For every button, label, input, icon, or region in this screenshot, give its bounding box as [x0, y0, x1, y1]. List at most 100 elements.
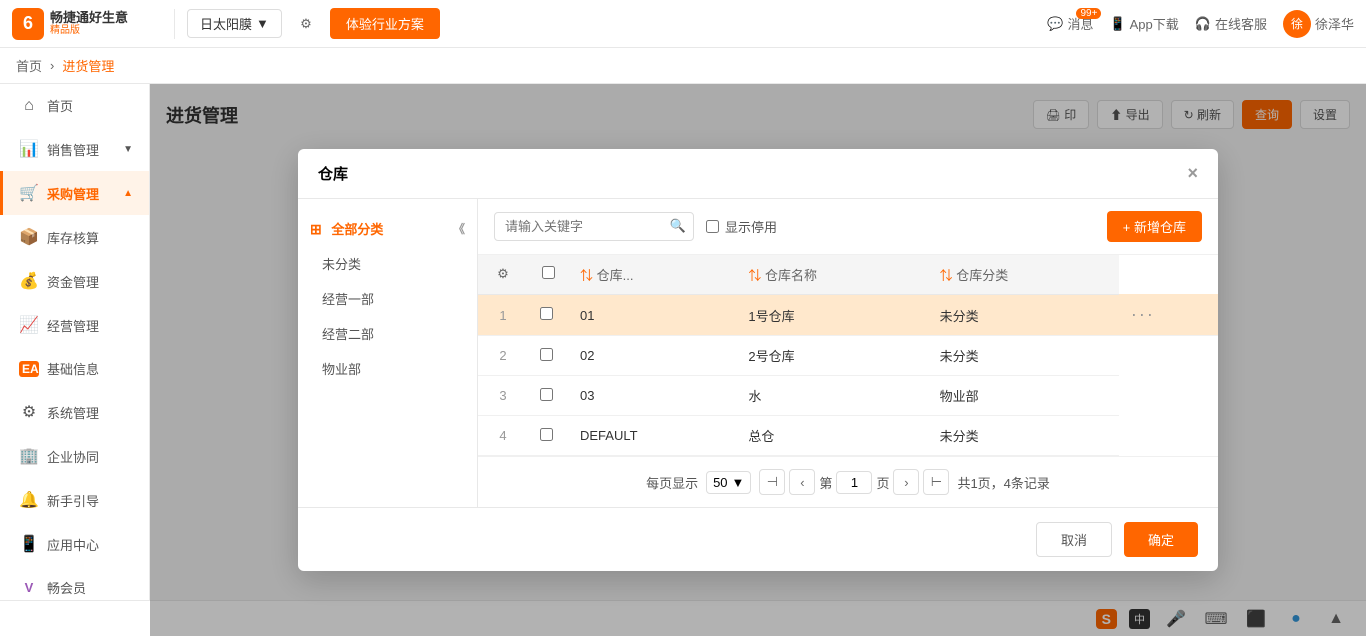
logo-text: 畅捷通好生意 精品版: [50, 10, 128, 38]
table-row[interactable]: 4 DEFAULT 总仓 未分类: [478, 416, 1218, 456]
cat-item-label: 未分类: [322, 257, 361, 272]
cat-item-dept2[interactable]: 经营二部: [298, 316, 477, 351]
app-center-icon: 📱: [19, 534, 39, 554]
per-page-select[interactable]: 50 ▼: [706, 471, 751, 494]
show-disabled-checkbox[interactable]: [706, 220, 719, 233]
sidebar-item-label: 资金管理: [47, 272, 99, 291]
cancel-button[interactable]: 取消: [1036, 522, 1112, 557]
page-number-input[interactable]: [836, 471, 872, 494]
show-disabled-toggle[interactable]: 显示停用: [706, 217, 777, 236]
sidebar-item-basic-info[interactable]: EA 基础信息: [0, 347, 149, 390]
per-page-label: 每页显示: [646, 473, 698, 492]
col-settings: ⚙: [478, 255, 528, 295]
guide-icon: 🔔: [19, 490, 39, 510]
page-suffix: 页: [876, 473, 889, 492]
warehouse-table-wrap: ⚙ ⇅ 仓库... ⇅ 仓库名称: [478, 255, 1218, 457]
table-row[interactable]: 2 02 2号仓库 未分类: [478, 336, 1218, 376]
prev-page-button[interactable]: ‹: [789, 469, 815, 495]
new-warehouse-button[interactable]: + 新增仓库: [1107, 211, 1202, 242]
sidebar-item-label: 系统管理: [47, 403, 99, 422]
inventory-icon: 📦: [19, 227, 39, 247]
sidebar-item-enterprise[interactable]: 🏢 企业协同: [0, 434, 149, 478]
table-row[interactable]: 3 03 水 物业部: [478, 376, 1218, 416]
top-nav: 6 畅捷通好生意 精品版 日太阳膜 ▼ ⚙ 体验行业方案 💬 消息 99+ 📱 …: [0, 0, 1366, 48]
cat-item-label: 经营一部: [322, 292, 374, 307]
search-icon[interactable]: 🔍: [670, 218, 686, 234]
row-checkbox[interactable]: [540, 428, 553, 441]
logo-sub: 精品版: [50, 25, 128, 37]
sidebar-item-label: 新手引导: [47, 491, 99, 510]
row-checkbox[interactable]: [540, 348, 553, 361]
sidebar-item-guide[interactable]: 🔔 新手引导: [0, 478, 149, 522]
store-selector[interactable]: 日太阳膜 ▼: [187, 9, 282, 38]
chevron-icon: ▼: [123, 144, 133, 155]
sidebar-item-label: 企业协同: [47, 447, 99, 466]
messages-button[interactable]: 💬 消息 99+: [1047, 14, 1093, 33]
trial-button[interactable]: 体验行业方案: [330, 8, 440, 39]
row-actions[interactable]: ···: [1119, 294, 1218, 336]
user-menu[interactable]: 徐 徐泽华: [1283, 10, 1354, 38]
search-input[interactable]: [494, 212, 694, 241]
modal-title: 仓库: [318, 163, 348, 184]
last-page-button[interactable]: ⊢: [923, 469, 949, 495]
sidebar-item-label: 基础信息: [47, 359, 99, 378]
col-category: ⇅ 仓库分类: [928, 255, 1119, 295]
sidebar-item-operations[interactable]: 📈 经营管理: [0, 303, 149, 347]
row-category: 未分类: [928, 294, 1119, 336]
row-code: DEFAULT: [568, 416, 736, 456]
breadcrumb-home[interactable]: 首页: [16, 56, 42, 75]
cat-item-dept1[interactable]: 经营一部: [298, 281, 477, 316]
row-checkbox[interactable]: [540, 388, 553, 401]
grid-icon: ⊞: [310, 221, 322, 237]
cat-item-property[interactable]: 物业部: [298, 351, 477, 386]
row-checkbox-cell: [528, 336, 568, 376]
search-bar: 🔍 显示停用 + 新增仓库: [478, 199, 1218, 255]
vip-icon: V: [19, 580, 39, 595]
select-all-checkbox[interactable]: [542, 266, 555, 279]
phone-icon: 📱: [1109, 16, 1125, 32]
headphone-icon: 🎧: [1195, 16, 1211, 32]
sidebar-item-system[interactable]: ⚙ 系统管理: [0, 390, 149, 434]
cat-item-label: 物业部: [322, 362, 361, 377]
next-page-button[interactable]: ›: [893, 469, 919, 495]
logo-icon: 6: [12, 8, 44, 40]
settings-icon[interactable]: ⚙: [290, 8, 322, 40]
sidebar-item-sales[interactable]: 📊 销售管理 ▼: [0, 127, 149, 171]
sidebar-item-app-center[interactable]: 📱 应用中心: [0, 522, 149, 566]
per-page-value: 50: [713, 475, 727, 490]
sidebar-item-finance[interactable]: 💰 资金管理: [0, 259, 149, 303]
sort-icon: ⇅: [580, 268, 593, 283]
first-page-button[interactable]: ⊣: [759, 469, 785, 495]
cat-item-unclassified[interactable]: 未分类: [298, 246, 477, 281]
all-category-label: 全部分类: [331, 222, 383, 237]
search-input-wrap: 🔍: [494, 212, 694, 241]
logo-area: 6 畅捷通好生意 精品版: [12, 8, 162, 40]
username-label: 徐泽华: [1315, 14, 1354, 33]
breadcrumb: 首页 › 进货管理: [0, 48, 1366, 84]
table-row[interactable]: 1 01 1号仓库 未分类 ···: [478, 294, 1218, 336]
row-checkbox-cell: [528, 294, 568, 336]
purchase-icon: 🛒: [19, 183, 39, 203]
all-category-header[interactable]: ⊞ 全部分类 《: [298, 211, 477, 246]
sidebar-item-label: 经营管理: [47, 316, 99, 335]
sales-icon: 📊: [19, 139, 39, 159]
sidebar-item-home[interactable]: ⌂ 首页: [0, 84, 149, 127]
total-info: 共1页，4条记录: [957, 473, 1049, 492]
confirm-button[interactable]: 确定: [1124, 522, 1198, 557]
customer-service-button[interactable]: 🎧 在线客服: [1195, 14, 1267, 33]
gear-icon: ⚙: [497, 266, 509, 281]
row-checkbox-cell: [528, 416, 568, 456]
app-download-button[interactable]: 📱 App下载: [1109, 14, 1178, 33]
collapse-icon[interactable]: 《: [453, 220, 465, 237]
sidebar-item-inventory[interactable]: 📦 库存核算: [0, 215, 149, 259]
modal-close-button[interactable]: ×: [1187, 163, 1198, 184]
row-code: 01: [568, 294, 736, 336]
sidebar-item-label: 畅会员: [47, 578, 86, 597]
row-checkbox[interactable]: [540, 307, 553, 320]
sort-icon: ⇅: [940, 268, 953, 283]
sidebar-item-purchase[interactable]: 🛒 采购管理 ▲: [0, 171, 149, 215]
row-name: 1号仓库: [736, 294, 927, 336]
per-page-dropdown-icon: ▼: [732, 475, 745, 490]
modal-overlay: 仓库 × ⊞ 全部分类 《: [150, 84, 1366, 636]
col-code: ⇅ 仓库...: [568, 255, 736, 295]
